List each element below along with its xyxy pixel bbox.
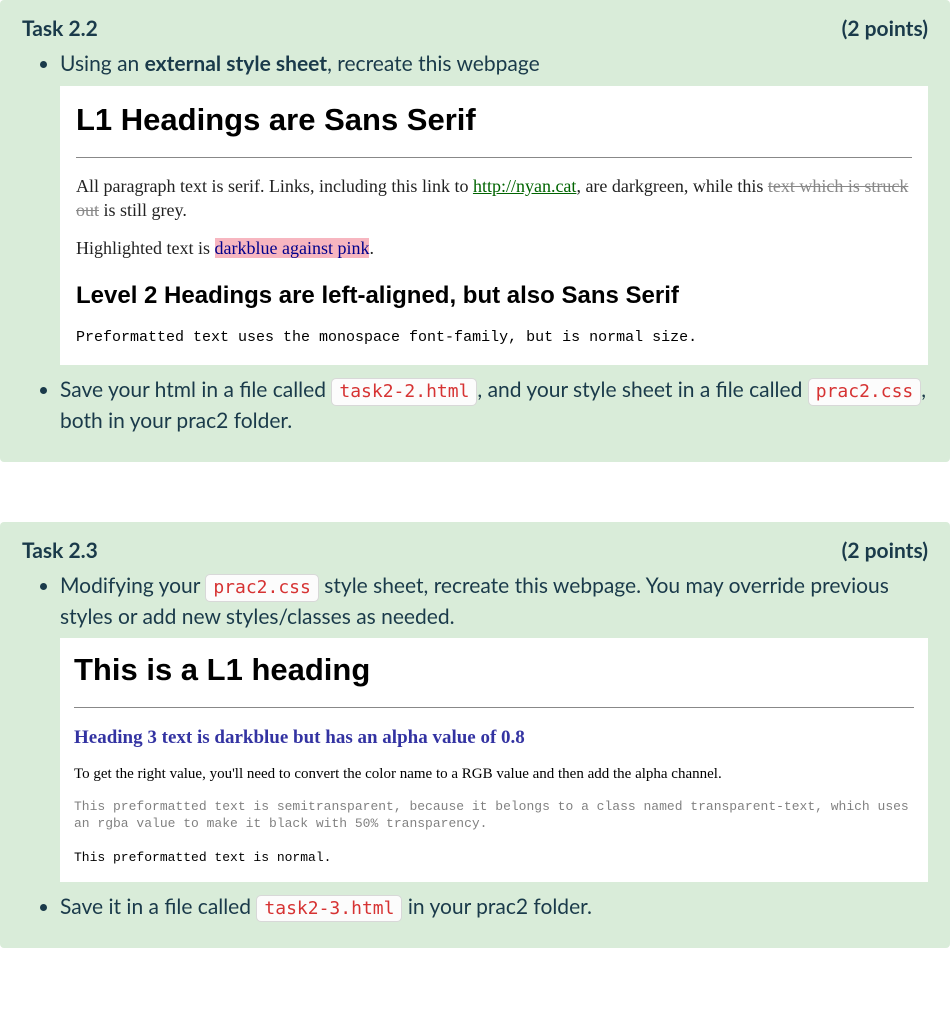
bullet-text: , recreate this webpage [327,51,540,76]
code-pill-prac2css: prac2.css [808,378,922,405]
ws-text: All paragraph text is serif. Links, incl… [76,176,473,196]
ws-text: is still grey. [99,200,187,220]
task-bullet-2: Save your html in a file called task2-2.… [60,375,928,436]
ws-paragraph-1: All paragraph text is serif. Links, incl… [76,174,912,223]
ws-pre-transparent: This preformatted text is semitransparen… [74,798,914,833]
ws-text: Highlighted text is [76,238,215,258]
task-bullet-1: Modifying your prac2.css style sheet, re… [60,571,928,881]
task-bullet-1: Using an external style sheet, recreate … [60,49,928,365]
task-header: Task 2.2 (2 points) [22,14,928,43]
task-title: Task 2.3 [22,536,98,565]
ws-hr [76,157,912,158]
task-points: (2 points) [842,536,928,565]
bullet-text: Modifying your [60,573,205,598]
ws-paragraph-2: Highlighted text is darkblue against pin… [76,236,912,260]
ws-pre-normal: This preformatted text is normal. [74,849,914,868]
bullet-text: Save it in a file called [60,894,256,919]
webpage-screenshot-23: This is a L1 heading Heading 3 text is d… [60,638,928,881]
task-body: Using an external style sheet, recreate … [22,49,928,436]
ws-h3: Heading 3 text is darkblue but has an al… [74,724,914,752]
bullet-bold: external style sheet [145,51,327,76]
code-pill-prac2css: prac2.css [205,574,319,601]
code-pill-task22html: task2-2.html [331,378,477,405]
ws-text: , are darkgreen, while this [576,176,767,196]
bullet-text: , and your style sheet in a file called [477,377,807,402]
task-card-23: Task 2.3 (2 points) Modifying your prac2… [0,522,950,948]
ws-h2: Level 2 Headings are left-aligned, but a… [76,279,912,314]
task-card-22: Task 2.2 (2 points) Using an external st… [0,0,950,462]
ws-link-nyancat[interactable]: http://nyan.cat [473,176,576,196]
task-body: Modifying your prac2.css style sheet, re… [22,571,928,921]
task-bullet-2: Save it in a file called task2-3.html in… [60,892,928,922]
ws-pre: Preformatted text uses the monospace fon… [76,327,912,349]
code-pill-task23html: task2-3.html [256,895,402,922]
ws-paragraph: To get the right value, you'll need to c… [74,764,914,786]
ws-h1: This is a L1 heading [74,648,914,693]
page-container: Task 2.2 (2 points) Using an external st… [0,0,950,948]
task-title: Task 2.2 [22,14,98,43]
ws-h1: L1 Headings are Sans Serif [76,98,912,143]
task-points: (2 points) [842,14,928,43]
bullet-text: Save your html in a file called [60,377,331,402]
webpage-screenshot-22: L1 Headings are Sans Serif All paragraph… [60,86,928,365]
ws-highlight: darkblue against pink [215,238,370,258]
bullet-text: Using an [60,51,145,76]
bullet-text: in your prac2 folder. [402,894,591,919]
task-header: Task 2.3 (2 points) [22,536,928,565]
ws-text: . [369,238,374,258]
ws-hr [74,707,914,708]
